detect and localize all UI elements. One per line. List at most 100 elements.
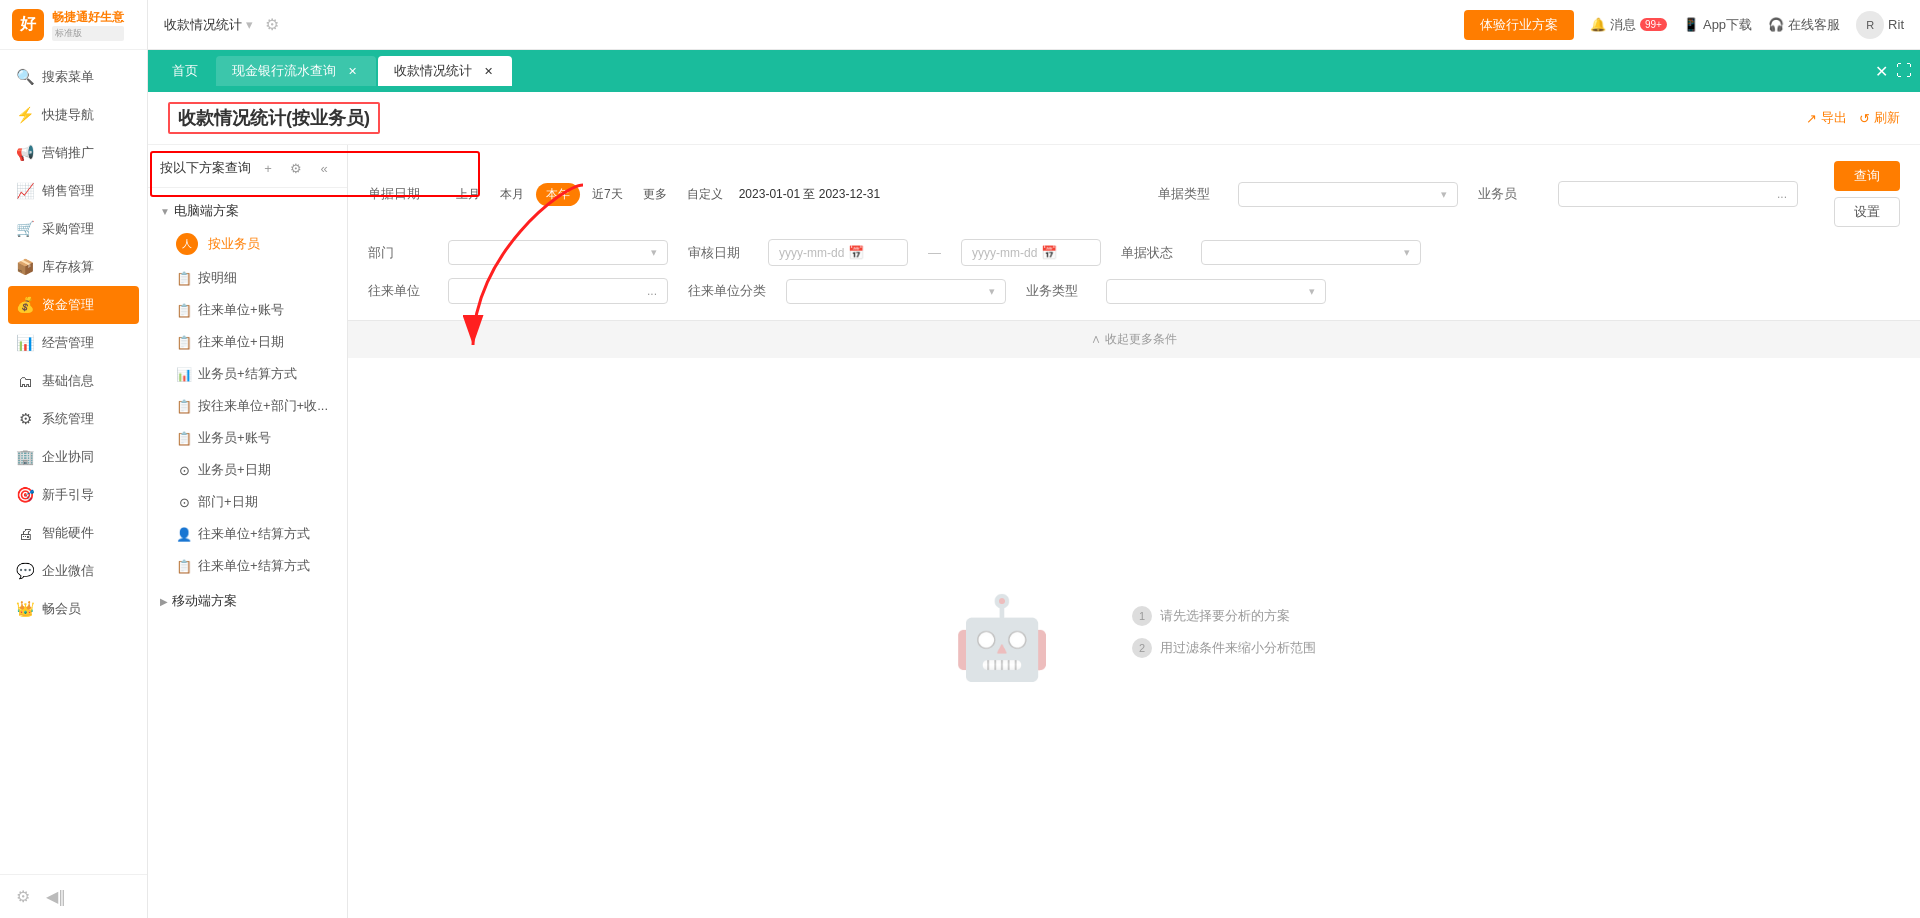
tabs-bar: 首页 现金银行流水查询 ✕ 收款情况统计 ✕ ✕ ⛶ [148,50,1920,92]
header-left: 收款情况统计 ▾ ⚙ [164,15,279,34]
bell-icon: 🔔 [1590,17,1606,32]
maximize-btn[interactable]: ⛶ [1896,62,1912,80]
bar-chart-icon: 📊 [16,334,34,352]
phone-icon: 📱 [1683,17,1699,32]
breadcrumb: 收款情况统计 ▾ [164,16,253,34]
scheme-counterpart-account[interactable]: 📋 往来单位+账号 [148,294,347,326]
sidebar-item-member[interactable]: 👑 畅会员 [0,590,147,628]
export-btn[interactable]: ↗ 导出 [1806,109,1847,127]
tree-collapse-icon: ▶ [160,596,168,607]
collapse-conditions-btn[interactable]: ∧ 收起更多条件 [1091,331,1176,348]
scheme-salesman-account[interactable]: 📋 业务员+账号 [148,422,347,454]
sidebar-item-marketing[interactable]: 📢 营销推广 [0,134,147,172]
online-service-btn[interactable]: 🎧 在线客服 [1768,16,1840,34]
sidebar-item-system[interactable]: ⚙ 系统管理 [0,400,147,438]
date-tab-7days[interactable]: 近7天 [584,183,631,206]
main-area: 收款情况统计 ▾ ⚙ 体验行业方案 🔔 消息 99+ 📱 App下载 🎧 [148,0,1920,918]
sidebar-item-quicknav[interactable]: ⚡ 快捷导航 [0,96,147,134]
trial-btn[interactable]: 体验行业方案 [1464,10,1574,40]
date-tab-last-month[interactable]: 上月 [448,183,488,206]
collapse-bar: ∧ 收起更多条件 [348,320,1920,358]
sidebar-item-finance[interactable]: 💰 资金管理 [8,286,139,324]
scheme-counterpart-settlement1[interactable]: 👤 往来单位+结算方式 [148,518,347,550]
mobile-schemes-parent[interactable]: ▶ 移动端方案 [148,586,347,616]
counterpart-select[interactable]: ... [448,278,668,304]
business-type-label: 业务类型 [1026,282,1086,300]
scheme-salesman-settlement[interactable]: 📊 业务员+结算方式 [148,358,347,390]
notification-btn[interactable]: 🔔 消息 99+ [1590,16,1667,34]
crown-icon: 👑 [16,600,34,618]
headset-icon: 🎧 [1768,17,1784,32]
collapse-sidebar-icon[interactable]: ◀‖ [46,887,66,906]
sidebar-item-guide[interactable]: 🎯 新手引导 [0,476,147,514]
sidebar-item-operations[interactable]: 📊 经营管理 [0,324,147,362]
scheme-dept-date[interactable]: ⊙ 部门+日期 [148,486,347,518]
add-scheme-btn[interactable]: + [257,157,279,179]
salesman-select[interactable]: ... [1558,181,1798,207]
counterpart-more-icon[interactable]: ... [647,284,657,298]
scheme-counterpart-settlement2[interactable]: 📋 往来单位+结算方式 [148,550,347,582]
sidebar-item-sales[interactable]: 📈 销售管理 [0,172,147,210]
tab-receipt-stat[interactable]: 收款情况统计 ✕ [378,56,512,86]
dept-select[interactable]: ▾ [448,240,668,265]
sidebar-item-purchase[interactable]: 🛒 采购管理 [0,210,147,248]
review-date-start-input[interactable]: yyyy-mm-dd 📅 [768,239,908,266]
hint-num-1: 1 [1132,606,1152,626]
counterpart-category-label: 往来单位分类 [688,282,766,300]
sidebar-item-enterprise[interactable]: 🏢 企业协同 [0,438,147,476]
dept-chevron-icon: ▾ [651,246,657,259]
close-all-tabs-btn[interactable]: ✕ [1875,62,1888,81]
refresh-btn[interactable]: ↺ 刷新 [1859,109,1900,127]
chat-icon: 💬 [16,562,34,580]
scheme-by-salesman[interactable]: 人 按业务员 [148,226,347,262]
settings-bottom-icon[interactable]: ⚙ [16,887,30,906]
salesman-more-icon[interactable]: ... [1777,187,1787,201]
calendar-end-icon[interactable]: 📅 [1041,245,1057,260]
scheme-counterpart-dept[interactable]: 📋 按往来单位+部门+收... [148,390,347,422]
folder-icon: 🗂 [16,372,34,390]
calendar-start-icon[interactable]: 📅 [848,245,864,260]
sidebar-item-baseinfo[interactable]: 🗂 基础信息 [0,362,147,400]
avatar: R [1856,11,1884,39]
counterpart-category-select[interactable]: ▾ [786,279,1006,304]
scheme-counterpart-date[interactable]: 📋 往来单位+日期 [148,326,347,358]
doc-status-select[interactable]: ▾ [1201,240,1421,265]
tab-home[interactable]: 首页 [156,54,214,88]
bar-icon: 📊 [176,366,192,382]
query-buttons: 查询 设置 [1834,161,1900,227]
chart-icon: 📈 [16,182,34,200]
doc-type-select[interactable]: ▾ [1238,182,1458,207]
user-area[interactable]: R Rit [1856,11,1904,39]
tab-close-bank-flow[interactable]: ✕ [344,63,360,79]
sidebar-item-inventory[interactable]: 📦 库存核算 [0,248,147,286]
tab-close-receipt-stat[interactable]: ✕ [480,63,496,79]
date-tab-this-year[interactable]: 本年 [536,183,580,206]
query-btn[interactable]: 查询 [1834,161,1900,191]
header-settings-icon[interactable]: ⚙ [265,15,279,34]
app-download-btn[interactable]: 📱 App下载 [1683,16,1752,34]
desktop-schemes-parent[interactable]: ▼ 电脑端方案 [148,196,347,226]
collapse-panel-btn[interactable]: « [313,157,335,179]
filter-settings-btn[interactable]: 设置 [1834,197,1900,227]
sidebar-item-search[interactable]: 🔍 搜索菜单 [0,58,147,96]
sidebar-item-wechat[interactable]: 💬 企业微信 [0,552,147,590]
date-tab-more[interactable]: 更多 [635,183,675,206]
review-date-end-input[interactable]: yyyy-mm-dd 📅 [961,239,1101,266]
empty-state: 🤖 1 请先选择要分析的方案 2 用过滤条件来缩小分析范围 [348,358,1920,918]
scheme-salesman-date[interactable]: ⊙ 业务员+日期 [148,454,347,486]
sidebar-item-hardware[interactable]: 🖨 智能硬件 [0,514,147,552]
active-indicator: 人 [176,233,198,255]
cart-icon: 🛒 [16,220,34,238]
export-icon: ↗ [1806,111,1817,126]
gear-icon: ⚙ [16,410,34,428]
scheme-by-detail[interactable]: 📋 按明细 [148,262,347,294]
date-tab-this-month[interactable]: 本月 [492,183,532,206]
review-date-label: 审核日期 [688,244,748,262]
scheme-settings-btn[interactable]: ⚙ [285,157,307,179]
filter-row-2: 部门 ▾ 审核日期 yyyy-mm-dd 📅 — yyyy-mm-dd [368,239,1900,266]
doc-status-label: 单据状态 [1121,244,1181,262]
search-icon: 🔍 [16,68,34,86]
date-tab-custom[interactable]: 自定义 [679,183,731,206]
business-type-select[interactable]: ▾ [1106,279,1326,304]
tab-bank-flow[interactable]: 现金银行流水查询 ✕ [216,56,376,86]
